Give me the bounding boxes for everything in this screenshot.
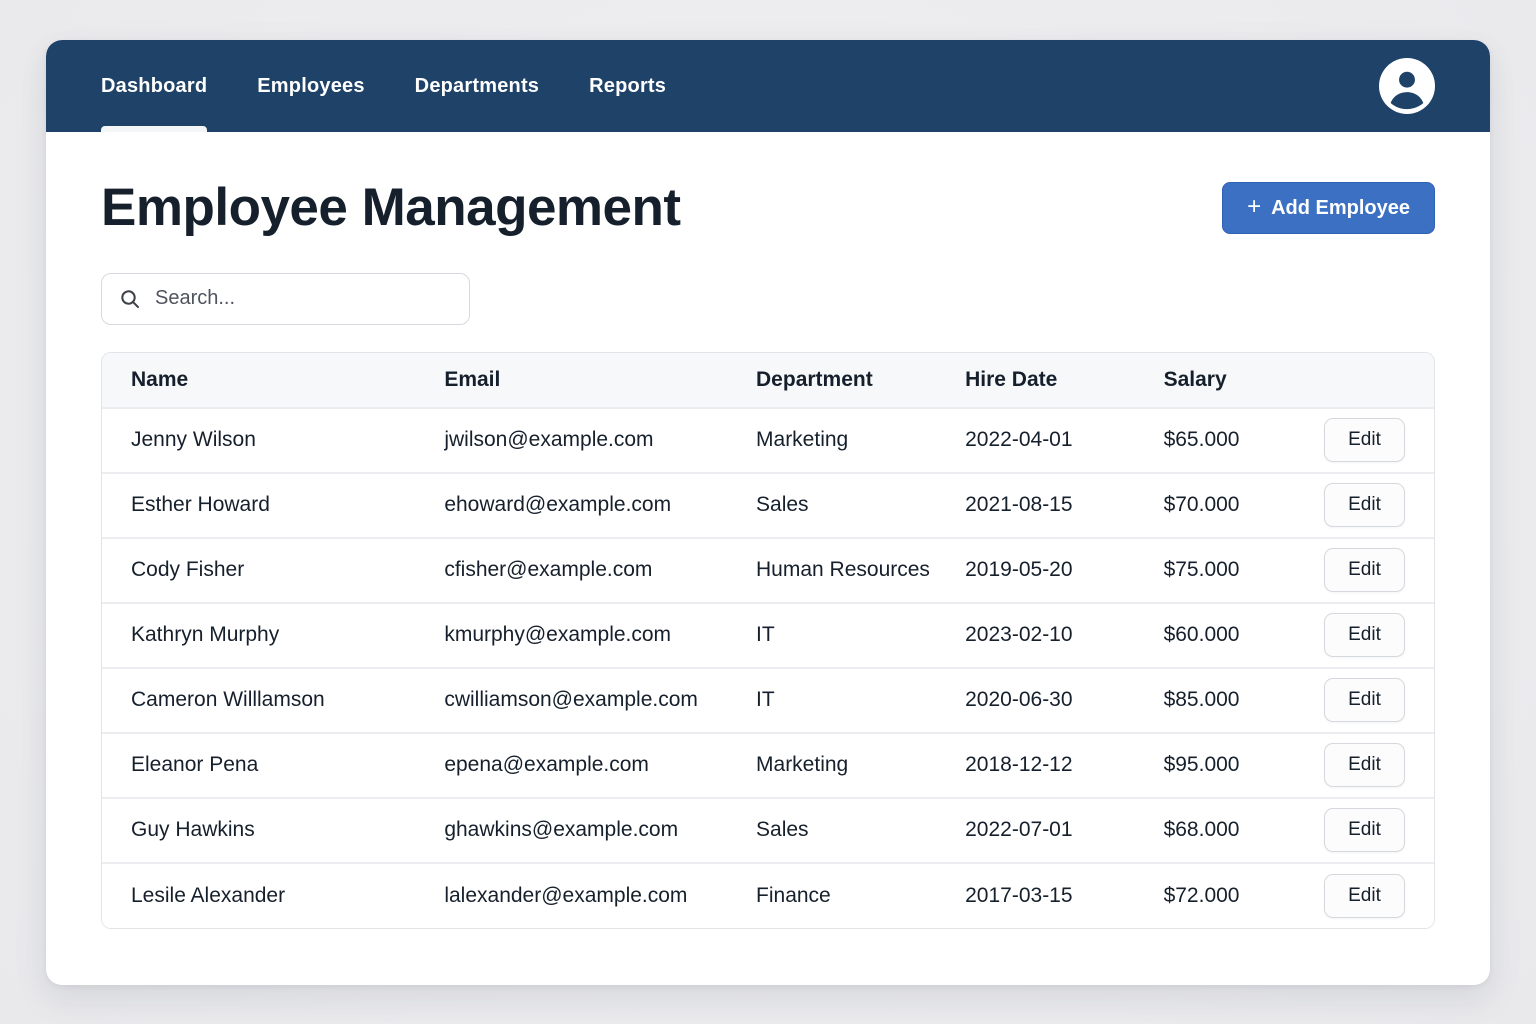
edit-button[interactable]: Edit [1324, 613, 1405, 658]
cell-department: Marketing [756, 428, 849, 452]
add-employee-button[interactable]: + Add Employee [1222, 182, 1435, 235]
cell-hire-date: 2018-12-12 [965, 753, 1073, 777]
page-title: Employee Management [101, 178, 681, 237]
nav-tab-reports[interactable]: Reports [589, 40, 666, 132]
column-header-salary: Salary [1163, 367, 1227, 391]
cell-actions: Edit [1323, 603, 1434, 668]
app-window: Dashboard Employees Departments Reports … [46, 40, 1490, 985]
cell-hire-date: 2020-06-30 [965, 688, 1073, 712]
cell-hire-date: 2022-04-01 [965, 428, 1073, 452]
nav-items: Dashboard Employees Departments Reports [101, 40, 716, 132]
cell-salary: $60.000 [1163, 623, 1240, 647]
edit-button[interactable]: Edit [1324, 418, 1405, 463]
cell-name: Kathryn Murphy [131, 623, 280, 647]
cell-salary: $72.000 [1163, 883, 1240, 907]
search-input[interactable] [155, 287, 453, 311]
cell-department: Sales [756, 493, 809, 517]
edit-button[interactable]: Edit [1324, 483, 1405, 528]
add-employee-label: Add Employee [1271, 196, 1410, 219]
cell-actions: Edit [1323, 668, 1434, 733]
cell-actions: Edit [1323, 473, 1434, 538]
cell-hire-date: 2022-07-01 [965, 818, 1073, 842]
search-box[interactable] [101, 272, 470, 325]
table-header-row: Name Email Department Hire Date Salary [102, 352, 1434, 408]
cell-department: IT [756, 688, 775, 712]
main-content: Employee Management + Add Employee Searc… [46, 132, 1490, 929]
table-row: Kathryn Murphy kmurphy@example.com IT 20… [102, 602, 1434, 668]
nav-tab-employees[interactable]: Employees [257, 40, 364, 132]
table-row: Esther Howard ehoward@example.com Sales … [102, 472, 1434, 538]
page-header: Employee Management + Add Employee [101, 178, 1435, 239]
table-row: Jenny Wilson jwilson@example.com Marketi… [102, 407, 1434, 473]
cell-name: Lesile Alexander [131, 883, 286, 907]
cell-salary: $85.000 [1163, 688, 1240, 712]
cell-email: kmurphy@example.com [444, 623, 672, 647]
cell-actions: Edit [1323, 798, 1434, 863]
cell-department: Sales [756, 818, 809, 842]
cell-email: cfisher@example.com [444, 558, 653, 582]
cell-hire-date: 2021-08-15 [965, 493, 1073, 517]
cell-name: Eleanor Pena [131, 753, 259, 777]
cell-hire-date: 2019-05-20 [965, 558, 1073, 582]
column-header-hire-date: Hire Date [965, 367, 1058, 391]
table-row: Cameron Willlamson cwilliamson@example.c… [102, 667, 1434, 733]
column-header-actions [1323, 353, 1434, 408]
cell-salary: $70.000 [1163, 493, 1240, 517]
edit-button[interactable]: Edit [1324, 808, 1405, 853]
top-navbar: Dashboard Employees Departments Reports [46, 40, 1490, 132]
table-row: Guy Hawkins ghawkins@example.com Sales 2… [102, 797, 1434, 863]
cell-salary: $95.000 [1163, 753, 1240, 777]
table-row: Cody Fisher cfisher@example.com Human Re… [102, 537, 1434, 603]
cell-salary: $68.000 [1163, 818, 1240, 842]
plus-icon: + [1247, 193, 1262, 221]
cell-name: Jenny Wilson [131, 428, 256, 452]
cell-email: ehoward@example.com [444, 493, 672, 517]
cell-email: ghawkins@example.com [444, 818, 679, 842]
search-icon [121, 290, 139, 308]
cell-name: Cody Fisher [131, 558, 245, 582]
employee-table: Name Email Department Hire Date Salary J… [101, 351, 1435, 929]
cell-email: jwilson@example.com [444, 428, 654, 452]
cell-hire-date: 2017-03-15 [965, 883, 1073, 907]
cell-actions: Edit [1323, 733, 1434, 798]
cell-department: Human Resources [756, 558, 930, 582]
cell-name: Guy Hawkins [131, 818, 255, 842]
cell-department: Marketing [756, 753, 849, 777]
edit-button[interactable]: Edit [1324, 678, 1405, 723]
user-avatar-button[interactable] [1379, 58, 1435, 114]
cell-hire-date: 2023-02-10 [965, 623, 1073, 647]
page-background: Dashboard Employees Departments Reports … [0, 0, 1536, 1024]
cell-actions: Edit [1323, 538, 1434, 603]
cell-department: Finance [756, 883, 831, 907]
nav-tab-dashboard[interactable]: Dashboard [101, 40, 208, 132]
user-icon [1390, 71, 1424, 110]
cell-email: cwilliamson@example.com [444, 688, 698, 712]
column-header-email: Email [444, 367, 501, 391]
cell-salary: $65.000 [1163, 428, 1240, 452]
cell-salary: $75.000 [1163, 558, 1240, 582]
cell-email: epena@example.com [444, 753, 649, 777]
column-header-department: Department [756, 367, 873, 391]
cell-actions: Edit [1323, 408, 1434, 473]
cell-email: lalexander@example.com [444, 883, 688, 907]
column-header-name: Name [131, 367, 189, 391]
edit-button[interactable]: Edit [1324, 743, 1405, 788]
table-row: Lesile Alexander lalexander@example.com … [102, 862, 1434, 928]
edit-button[interactable]: Edit [1324, 873, 1405, 918]
cell-actions: Edit [1323, 863, 1434, 928]
cell-department: IT [756, 623, 775, 647]
edit-button[interactable]: Edit [1324, 548, 1405, 593]
nav-tab-departments[interactable]: Departments [415, 40, 539, 132]
cell-name: Esther Howard [131, 493, 270, 517]
cell-name: Cameron Willlamson [131, 688, 325, 712]
table-row: Eleanor Pena epena@example.com Marketing… [102, 732, 1434, 798]
